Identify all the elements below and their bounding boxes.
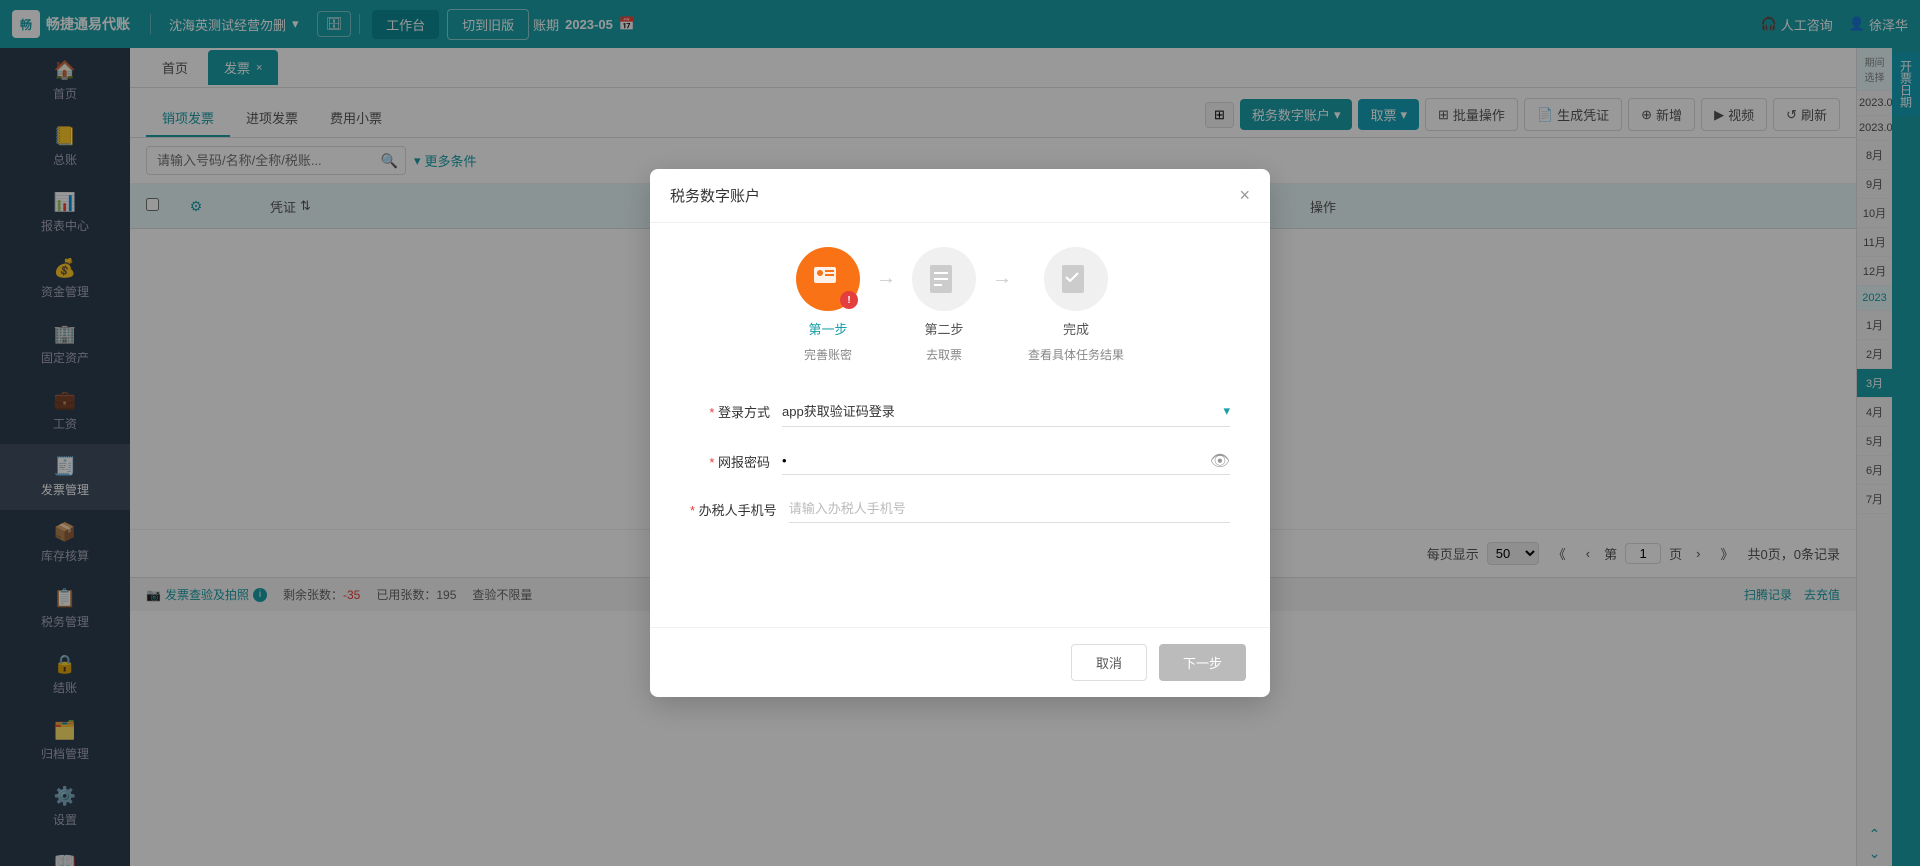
taxpayer-phone-row: 办税人手机号 [690, 495, 1230, 523]
modal-title: 税务数字账户 [670, 185, 760, 206]
taxpayer-phone-label: 办税人手机号 [690, 500, 777, 519]
modal-body: ! 第一步 完善账密 → [650, 223, 1270, 627]
arrow2: → [976, 247, 1028, 290]
select-chevron-icon: ▾ [1223, 403, 1230, 419]
login-method-select[interactable]: app获取验证码登录 ▾ [782, 395, 1230, 427]
step1-label: 第一步 [808, 319, 847, 338]
modal-form: 登录方式 app获取验证码登录 ▾ 网报密码 👁 办税人手机 [690, 395, 1230, 523]
step-3: 完成 查看具体任务结果 [1028, 247, 1124, 363]
step1-error-badge: ! [840, 291, 858, 309]
modal-close-btn[interactable]: × [1239, 185, 1250, 206]
next-button[interactable]: 下一步 [1159, 644, 1246, 681]
tax-digital-modal: 税务数字账户 × ! 第一步 [650, 169, 1270, 697]
password-row: 网报密码 👁 [690, 447, 1230, 475]
modal-spacer [690, 543, 1230, 603]
step1-icon: ! [796, 247, 860, 311]
password-input[interactable] [782, 447, 1230, 475]
step2-icon [912, 247, 976, 311]
arrow1: → [860, 247, 912, 290]
password-label: 网报密码 [690, 452, 770, 471]
step2-label: 第二步 [924, 319, 963, 338]
modal-header: 税务数字账户 × [650, 169, 1270, 223]
step2-desc: 去取票 [926, 346, 962, 363]
modal-overlay: 税务数字账户 × ! 第一步 [0, 0, 1920, 866]
step3-icon [1044, 247, 1108, 311]
step3-desc: 查看具体任务结果 [1028, 346, 1124, 363]
login-method-label: 登录方式 [690, 402, 770, 421]
step-1: ! 第一步 完善账密 [796, 247, 860, 363]
cancel-button[interactable]: 取消 [1071, 644, 1147, 681]
password-field-wrap: 👁 [782, 447, 1230, 475]
step-2: 第二步 去取票 [912, 247, 976, 363]
step3-label: 完成 [1063, 319, 1089, 338]
modal-footer: 取消 下一步 [650, 627, 1270, 697]
stepper: ! 第一步 完善账密 → [690, 247, 1230, 363]
step1-desc: 完善账密 [804, 346, 852, 363]
password-toggle-btn[interactable]: 👁 [1210, 451, 1230, 471]
taxpayer-phone-input[interactable] [789, 495, 1230, 523]
login-method-row: 登录方式 app获取验证码登录 ▾ [690, 395, 1230, 427]
